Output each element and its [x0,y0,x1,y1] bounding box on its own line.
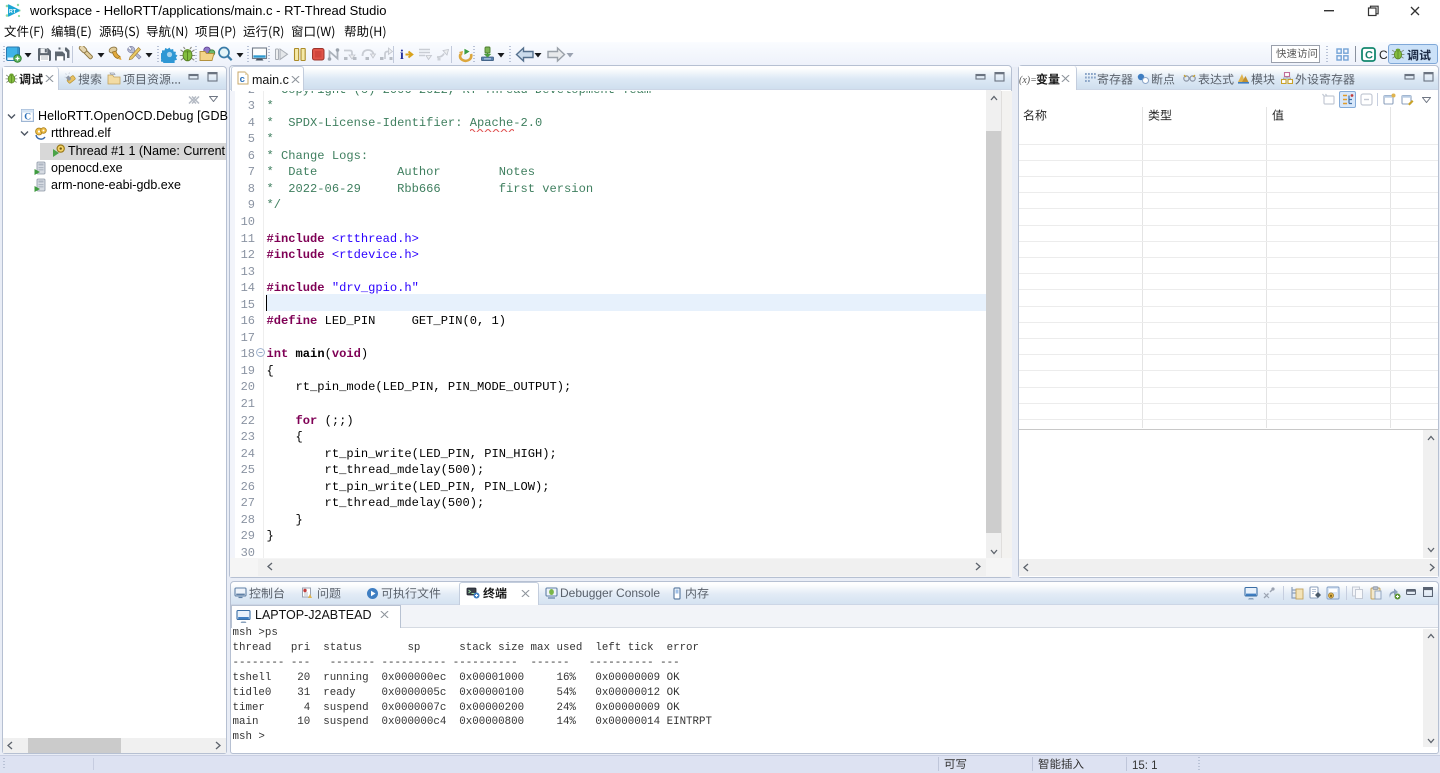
svg-text:RT: RT [9,9,17,15]
svg-text:C: C [1365,50,1373,62]
svg-text:i: i [400,47,404,62]
svg-text:c: c [240,74,246,85]
svg-text:C: C [24,113,31,123]
